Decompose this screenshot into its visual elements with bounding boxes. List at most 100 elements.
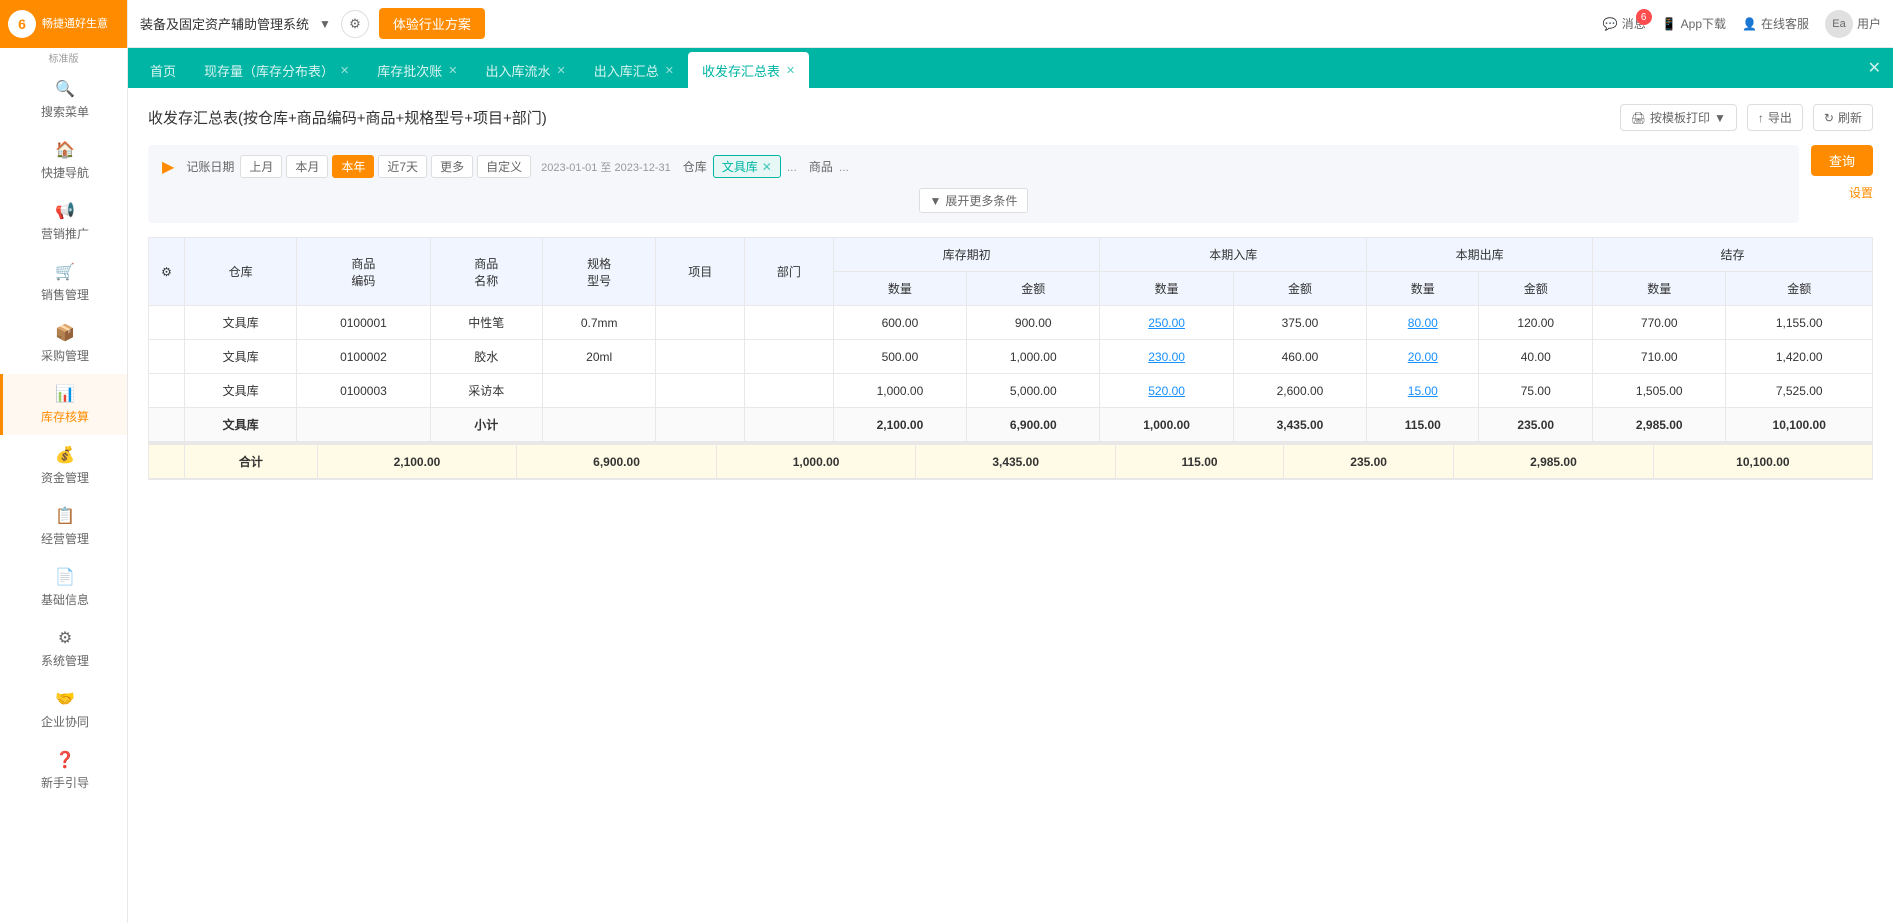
tab-close-inout-summary[interactable]: ✕ <box>665 64 674 77</box>
table-cell: 小计 <box>430 408 542 442</box>
tab-close-receive-summary[interactable]: ✕ <box>786 64 795 77</box>
sidebar-item-basic-info[interactable]: 📄基础信息 <box>0 557 127 618</box>
message-button[interactable]: 💬 消息 6 <box>1603 15 1646 32</box>
table-cell: 375.00 <box>1233 306 1366 340</box>
tab-home[interactable]: 首页 <box>136 52 190 88</box>
refresh-button[interactable]: ↻ 刷新 <box>1813 104 1873 131</box>
system-icon: ⚙ <box>58 628 72 648</box>
table-cell: 文具库 <box>185 408 297 442</box>
footer-bal-amt: 10,100.00 <box>1653 445 1872 479</box>
row-settings-icon[interactable] <box>149 306 185 340</box>
sidebar-item-finance[interactable]: 💰资金管理 <box>0 435 127 496</box>
print-arrow-icon: ▼ <box>1714 111 1726 125</box>
date-btn-本月[interactable]: 本月 <box>286 155 328 178</box>
logo-icon: 6 <box>8 10 36 38</box>
export-button[interactable]: ↑ 导出 <box>1747 104 1803 131</box>
warehouse-more[interactable]: ... <box>787 160 797 174</box>
tabbar: 首页现存量（库存分布表） ✕库存批次账 ✕出入库流水 ✕出入库汇总 ✕收发存汇总… <box>128 48 1893 88</box>
sidebar-item-enterprise[interactable]: 🤝企业协同 <box>0 679 127 740</box>
sidebar-item-guide[interactable]: ❓新手引导 <box>0 740 127 801</box>
expand-filter-button[interactable]: ▼ 展开更多条件 <box>919 188 1029 213</box>
col-open-qty: 数量 <box>833 272 966 306</box>
filter-collapse-icon[interactable]: ▶ <box>162 157 174 177</box>
table-cell: 中性笔 <box>430 306 542 340</box>
tab-label-inout-flow: 出入库流水 <box>485 61 550 80</box>
row-settings-icon[interactable] <box>149 374 185 408</box>
refresh-icon: ↻ <box>1824 111 1834 125</box>
app-download-button[interactable]: 📱 App下载 <box>1662 15 1726 32</box>
user-menu-button[interactable]: Ea 用户 <box>1825 10 1881 38</box>
dropdown-arrow-icon: ▼ <box>319 17 331 31</box>
date-btn-本年[interactable]: 本年 <box>332 155 374 178</box>
table-cell[interactable]: 15.00 <box>1367 374 1479 408</box>
page-title-row: 收发存汇总表(按仓库+商品编码+商品+规格型号+项目+部门) 🖨 按模板打印 ▼… <box>148 104 1873 131</box>
tab-inventory-dist[interactable]: 现存量（库存分布表） ✕ <box>190 52 363 88</box>
table-cell: 20ml <box>542 340 656 374</box>
online-service-button[interactable]: 👤 在线客服 <box>1742 15 1809 32</box>
business-icon: 📋 <box>55 506 75 526</box>
sidebar-item-quick-nav[interactable]: 🏠快捷导航 <box>0 130 127 191</box>
footer-table: 合计 2,100.00 6,900.00 1,000.00 3,435.00 1… <box>148 444 1873 479</box>
sidebar-item-search[interactable]: 🔍搜索菜单 <box>0 69 127 130</box>
warehouse-tag[interactable]: 文具库 ✕ <box>713 155 781 178</box>
table-cell <box>542 408 656 442</box>
table-cell[interactable]: 230.00 <box>1100 340 1233 374</box>
tab-close-inout-flow[interactable]: ✕ <box>557 64 566 77</box>
table-cell: 900.00 <box>967 306 1100 340</box>
table-cell: 文具库 <box>185 306 297 340</box>
tab-close-inventory-dist[interactable]: ✕ <box>340 64 349 77</box>
main-area: 装备及固定资产辅助管理系统 ▼ ⚙ 体验行业方案 💬 消息 6 📱 App下载 … <box>128 0 1893 923</box>
col-settings: ⚙ <box>149 238 185 306</box>
table-cell: 6,900.00 <box>967 408 1100 442</box>
table-cell[interactable]: 20.00 <box>1367 340 1479 374</box>
tab-label-home: 首页 <box>150 61 176 80</box>
row-settings-empty <box>149 408 185 442</box>
table-cell[interactable]: 80.00 <box>1367 306 1479 340</box>
table-cell: 1,505.00 <box>1593 374 1726 408</box>
sidebar-label-search: 搜索菜单 <box>41 103 89 120</box>
sidebar-item-purchase[interactable]: 📦采购管理 <box>0 313 127 374</box>
sidebar-item-business[interactable]: 📋经营管理 <box>0 496 127 557</box>
col-project: 项目 <box>656 238 745 306</box>
sidebar-item-marketing[interactable]: 📢营销推广 <box>0 191 127 252</box>
table-row: 文具库0100003采访本1,000.005,000.00520.002,600… <box>149 374 1873 408</box>
sidebar-label-guide: 新手引导 <box>41 774 89 791</box>
basic-info-icon: 📄 <box>55 567 75 587</box>
print-button[interactable]: 🖨 按模板打印 ▼ <box>1620 104 1737 131</box>
table-header-row-1: ⚙ 仓库 商品编码 商品名称 规格型号 项目 部门 库存期初 本期入库 本期出库… <box>149 238 1873 272</box>
experience-button[interactable]: 体验行业方案 <box>379 8 485 39</box>
warehouse-label: 仓库 <box>683 158 707 175</box>
system-dropdown[interactable]: ▼ <box>319 17 331 31</box>
tab-batch-ledger[interactable]: 库存批次账 ✕ <box>363 52 471 88</box>
table-cell <box>656 340 745 374</box>
sidebar-label-purchase: 采购管理 <box>41 347 89 364</box>
goods-more[interactable]: ... <box>839 160 849 174</box>
date-btn-上月[interactable]: 上月 <box>240 155 282 178</box>
footer-out-amt: 235.00 <box>1284 445 1454 479</box>
date-filter-group: 记账日期 上月本月本年近7天更多自定义 2023-01-01 至 2023-12… <box>186 155 670 178</box>
table-cell[interactable]: 250.00 <box>1100 306 1233 340</box>
col-bal-qty: 数量 <box>1593 272 1726 306</box>
tabbar-close-button[interactable]: ✕ <box>1868 58 1881 78</box>
tab-inout-flow[interactable]: 出入库流水 ✕ <box>471 52 579 88</box>
tab-inout-summary[interactable]: 出入库汇总 ✕ <box>580 52 688 88</box>
col-group-out: 本期出库 <box>1367 238 1593 272</box>
table-cell: 采访本 <box>430 374 542 408</box>
date-btn-更多[interactable]: 更多 <box>431 155 473 178</box>
date-btn-近7天[interactable]: 近7天 <box>378 155 427 178</box>
tab-receive-summary[interactable]: 收发存汇总表 ✕ <box>688 52 809 88</box>
date-btn-自定义[interactable]: 自定义 <box>477 155 531 178</box>
message-badge: 6 <box>1636 9 1652 25</box>
query-button[interactable]: 查询 <box>1811 145 1873 176</box>
tab-close-batch-ledger[interactable]: ✕ <box>448 64 457 77</box>
table-cell: 500.00 <box>833 340 966 374</box>
sidebar-item-system[interactable]: ⚙系统管理 <box>0 618 127 679</box>
warehouse-tag-close-icon[interactable]: ✕ <box>762 160 772 174</box>
table-cell <box>745 340 834 374</box>
row-settings-icon[interactable] <box>149 340 185 374</box>
topbar-settings-button[interactable]: ⚙ <box>341 10 369 38</box>
settings-link[interactable]: 设置 <box>1811 184 1873 201</box>
sidebar-item-inventory[interactable]: 📊库存核算 <box>0 374 127 435</box>
table-cell[interactable]: 520.00 <box>1100 374 1233 408</box>
sidebar-item-sales[interactable]: 🛒销售管理 <box>0 252 127 313</box>
